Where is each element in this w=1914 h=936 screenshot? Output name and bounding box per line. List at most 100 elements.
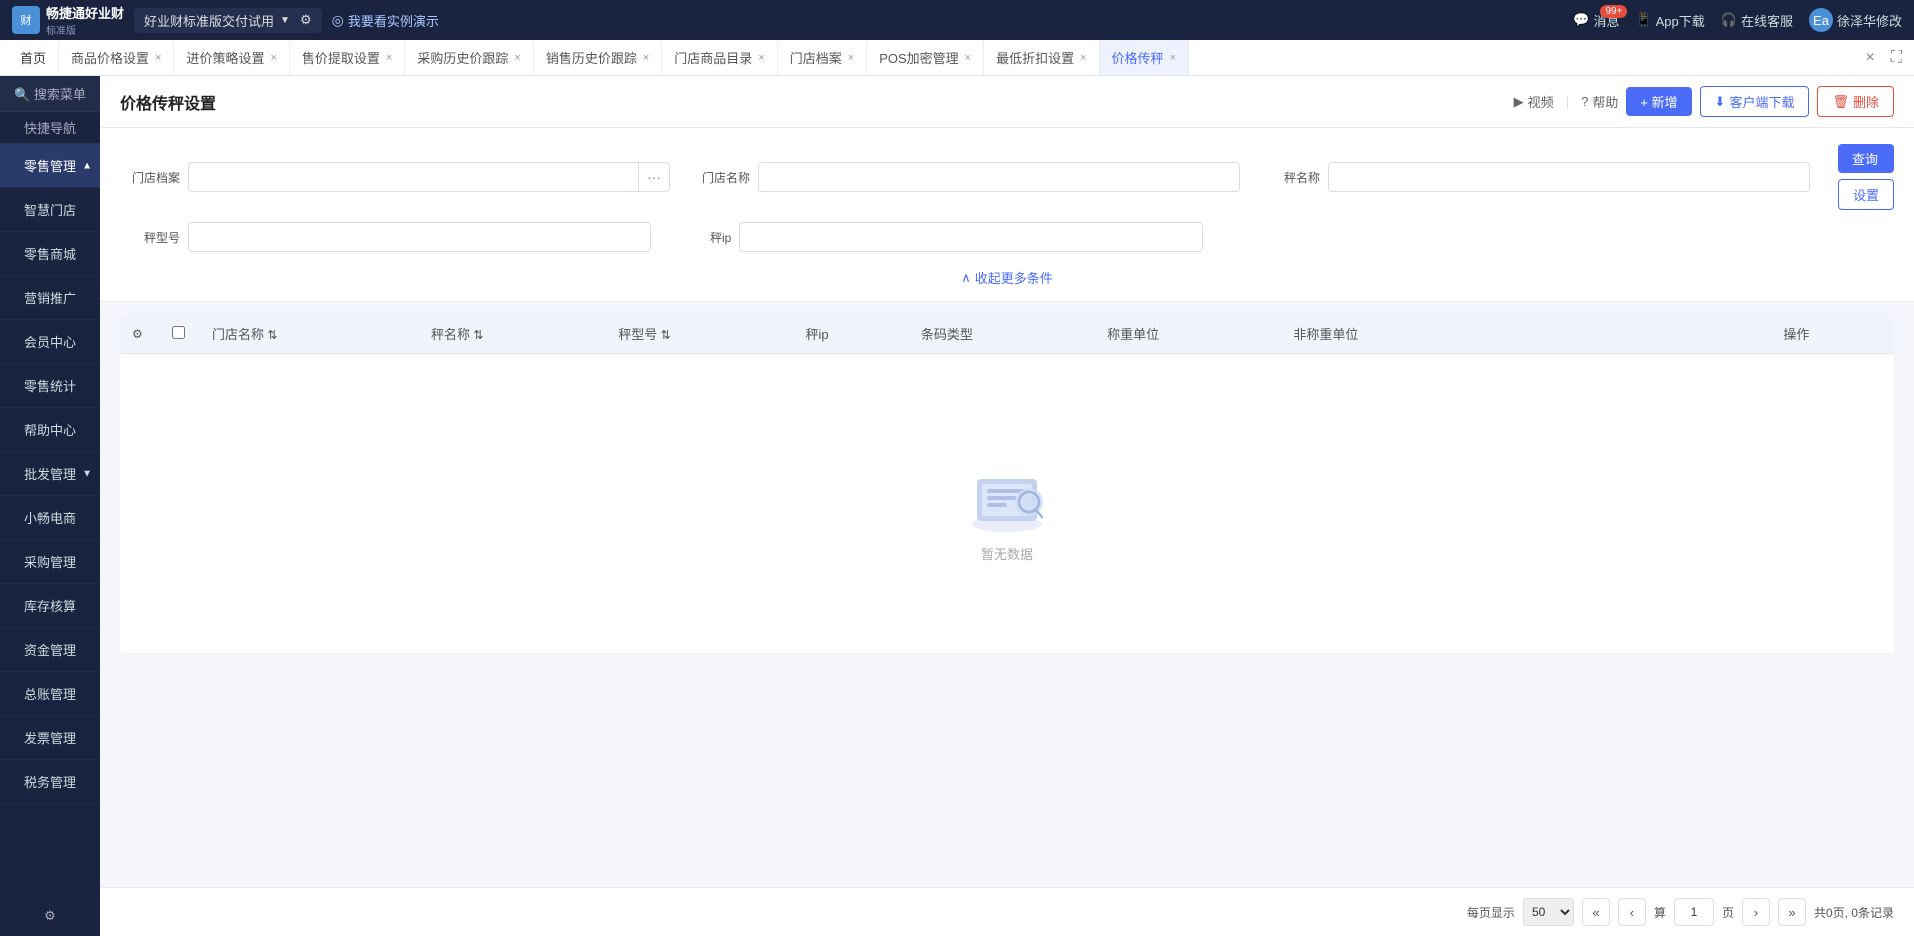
download-btn[interactable]: ⬇ 客户端下载 — [1700, 86, 1810, 117]
tab-price-scale[interactable]: 价格传秤 × — [1100, 40, 1189, 76]
help-link[interactable]: ? 帮助 — [1581, 92, 1618, 111]
filter-scale-ip: 秤ip — [671, 222, 1202, 252]
per-page-select[interactable]: 10 20 50 100 — [1523, 898, 1574, 926]
filter-store-file: 门店档案 ··· — [120, 162, 670, 192]
prev-page-icon: ‹ — [1630, 905, 1634, 920]
scale-model-input[interactable] — [188, 222, 651, 252]
scale-ip-input[interactable] — [739, 222, 1202, 252]
th-operations: 操作 — [1771, 314, 1894, 354]
sidebar: 🔍 搜索菜单 快捷导航 零售管理 智慧门店 零售商城 营销推广 会员中心 零售统… — [0, 76, 100, 936]
sidebar-item-member[interactable]: 会员中心 — [0, 320, 100, 364]
online-service-btn[interactable]: 🎧 在线客服 — [1721, 11, 1793, 30]
sidebar-item-smart-store[interactable]: 智慧门店 — [0, 188, 100, 232]
th-scale-ip: 秤ip — [793, 314, 908, 354]
tab-close-purchase-strategy[interactable]: × — [270, 52, 276, 64]
tab-home[interactable]: 首页 — [8, 40, 59, 76]
sidebar-quick-nav[interactable]: 快捷导航 — [0, 112, 100, 144]
tab-store-file[interactable]: 门店档案 × — [778, 40, 867, 76]
th-weigh-unit: 称重单位 — [1095, 314, 1281, 354]
avatar: Ea — [1809, 8, 1833, 32]
store-file-input[interactable] — [188, 162, 638, 192]
last-page-btn[interactable]: » — [1778, 898, 1806, 926]
collapse-btn[interactable]: ∧ 收起更多条件 — [945, 264, 1069, 291]
tab-store-catalog[interactable]: 门店商品目录 × — [662, 40, 777, 76]
empty-state-cell: 暂无数据 — [120, 354, 1894, 654]
store-name-input[interactable] — [758, 162, 1240, 192]
sidebar-item-purchase-manage[interactable]: 采购管理 — [0, 540, 100, 584]
sidebar-item-invoice[interactable]: 发票管理 — [0, 716, 100, 760]
tab-close-store-file[interactable]: × — [848, 52, 854, 64]
sidebar-item-retail-manage[interactable]: 零售管理 — [0, 144, 100, 188]
tab-close-price-setting[interactable]: × — [155, 52, 161, 64]
store-file-input-group: ··· — [188, 162, 670, 192]
tab-close-pos-manage[interactable]: × — [965, 52, 971, 64]
tab-purchase-history[interactable]: 采购历史价跟踪 × — [405, 40, 533, 76]
messages-btn[interactable]: 💬 消息 99+ — [1573, 11, 1619, 30]
tab-expand-btn[interactable]: ⛶ — [1887, 49, 1906, 67]
trash-icon: 🗑 — [1832, 94, 1849, 110]
app-download-btn[interactable]: 📱 App下载 — [1635, 11, 1704, 30]
empty-state: 暂无数据 — [132, 364, 1882, 643]
tab-close-sale-history[interactable]: × — [643, 52, 649, 64]
sidebar-settings-btn[interactable]: ⚙ — [0, 896, 100, 936]
sidebar-item-xiaochu-ecom[interactable]: 小畅电商 — [0, 496, 100, 540]
th-settings[interactable]: ⚙ — [120, 314, 160, 354]
tab-close-sale-extract[interactable]: × — [386, 52, 392, 64]
table-wrapper: ⚙ 门店名称 ⇅ 秤名称 ⇅ 秤型号 ⇅ — [100, 302, 1914, 887]
sidebar-item-finance[interactable]: 资金管理 — [0, 628, 100, 672]
sidebar-item-wholesale-manage[interactable]: 批发管理 — [0, 452, 100, 496]
prev-page-btn[interactable]: ‹ — [1618, 898, 1646, 926]
tab-close-min-discount[interactable]: × — [1080, 52, 1086, 64]
query-btn[interactable]: 查询 — [1838, 144, 1894, 173]
tab-close-purchase-history[interactable]: × — [514, 52, 520, 64]
play-icon: ◎ — [332, 12, 344, 29]
search-icon: 🔍 — [14, 87, 34, 102]
store-file-dots-btn[interactable]: ··· — [638, 162, 670, 192]
tab-price-setting[interactable]: 商品价格设置 × — [59, 40, 174, 76]
setting-filter-btn[interactable]: 设置 — [1838, 179, 1894, 210]
video-link[interactable]: ▶ 视频 — [1514, 92, 1554, 111]
page-number-input[interactable] — [1674, 898, 1714, 926]
demo-btn[interactable]: ◎ 我要看实例演示 — [332, 11, 439, 30]
sidebar-item-help-center[interactable]: 帮助中心 — [0, 408, 100, 452]
tab-close-price-scale[interactable]: × — [1170, 52, 1176, 64]
th-scale-name[interactable]: 秤名称 ⇅ — [419, 314, 606, 354]
download-icon: 📱 — [1635, 12, 1651, 28]
sidebar-item-retail-stats[interactable]: 零售统计 — [0, 364, 100, 408]
version-selector[interactable]: 好业财标准版交付试用 ▼ ⚙ — [134, 8, 322, 33]
data-table: ⚙ 门店名称 ⇅ 秤名称 ⇅ 秤型号 ⇅ — [120, 314, 1894, 654]
sidebar-item-accounting[interactable]: 总账管理 — [0, 672, 100, 716]
tab-close-store-catalog[interactable]: × — [758, 52, 764, 64]
th-check[interactable] — [160, 314, 200, 354]
table-body: 暂无数据 — [120, 354, 1894, 654]
sidebar-item-retail-mall[interactable]: 零售商城 — [0, 232, 100, 276]
sidebar-search[interactable]: 🔍 搜索菜单 — [0, 76, 100, 112]
delete-btn[interactable]: 🗑 删除 — [1817, 86, 1894, 117]
top-right-actions: 💬 消息 99+ 📱 App下载 🎧 在线客服 Ea 徐泽华修改 — [1573, 8, 1902, 32]
user-menu-btn[interactable]: Ea 徐泽华修改 — [1809, 8, 1902, 32]
tab-min-discount[interactable]: 最低折扣设置 × — [984, 40, 1099, 76]
th-store-name[interactable]: 门店名称 ⇅ — [200, 314, 419, 354]
scale-name-input[interactable] — [1328, 162, 1810, 192]
tab-purchase-strategy[interactable]: 进价策略设置 × — [174, 40, 289, 76]
tab-close-all-btn[interactable]: × — [1861, 49, 1878, 67]
next-page-icon: › — [1754, 905, 1758, 920]
app-name: 畅捷通好业财 标准版 — [46, 3, 124, 37]
filter-scale-model: 秤型号 — [120, 222, 651, 252]
sidebar-item-inventory[interactable]: 库存核算 — [0, 584, 100, 628]
sidebar-item-marketing[interactable]: 营销推广 — [0, 276, 100, 320]
tab-sale-history[interactable]: 销售历史价跟踪 × — [534, 40, 662, 76]
first-page-btn[interactable]: « — [1582, 898, 1610, 926]
select-all-checkbox[interactable] — [172, 326, 185, 339]
empty-text: 暂无数据 — [981, 544, 1033, 563]
table-header: ⚙ 门店名称 ⇅ 秤名称 ⇅ 秤型号 ⇅ — [120, 314, 1894, 354]
th-scale-model[interactable]: 秤型号 ⇅ — [606, 314, 793, 354]
settings-icon[interactable]: ⚙ — [300, 12, 312, 28]
add-btn[interactable]: + 新增 — [1626, 87, 1691, 116]
sidebar-item-tax[interactable]: 税务管理 — [0, 760, 100, 804]
tab-pos-manage[interactable]: POS加密管理 × — [867, 40, 984, 76]
top-bar: 财 畅捷通好业财 标准版 好业财标准版交付试用 ▼ ⚙ ◎ 我要看实例演示 💬 … — [0, 0, 1914, 40]
video-icon: ▶ — [1514, 94, 1524, 110]
tab-sale-extract[interactable]: 售价提取设置 × — [290, 40, 405, 76]
next-page-btn[interactable]: › — [1742, 898, 1770, 926]
